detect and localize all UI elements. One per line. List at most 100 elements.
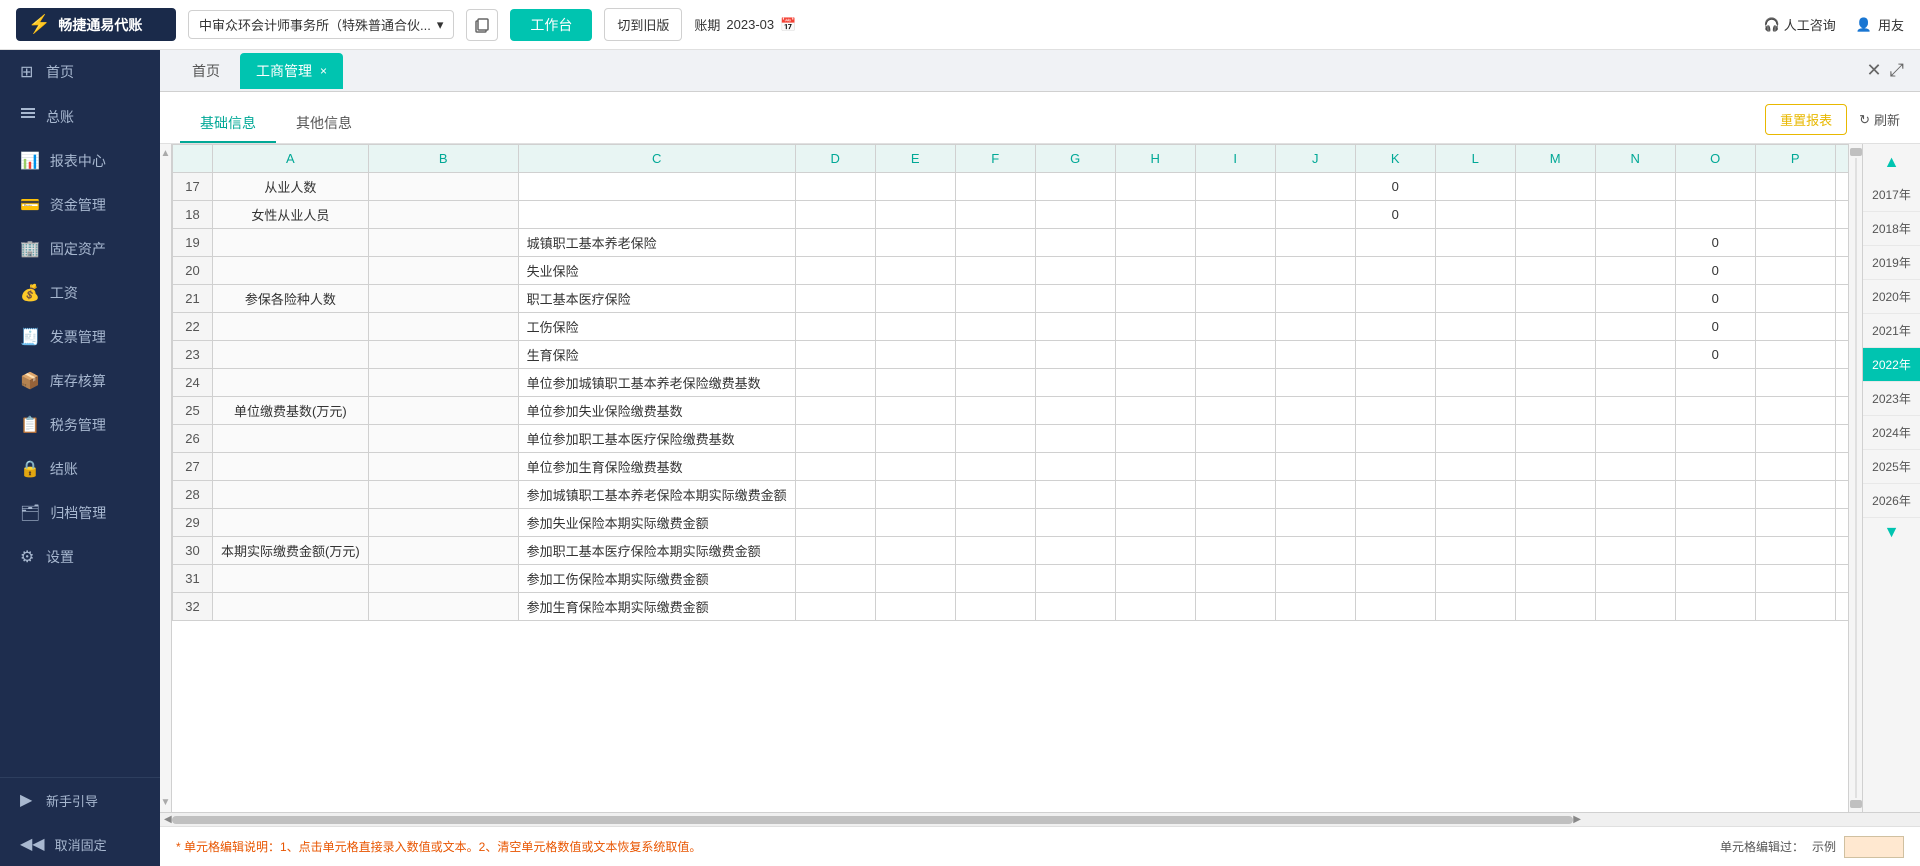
cell-o[interactable] [1675,565,1755,593]
cell-i[interactable] [1195,397,1275,425]
cell-h[interactable] [1115,285,1195,313]
cell-e[interactable] [875,341,955,369]
cell-e[interactable] [875,313,955,341]
workbench-button[interactable]: 工作台 [510,9,592,41]
cell-k[interactable] [1355,397,1435,425]
maximize-icon[interactable]: ⤢ [1890,60,1904,81]
cell-g[interactable] [1035,173,1115,201]
sidebar-item-inventory[interactable]: 📦 库存核算 [0,359,160,403]
cell-j[interactable] [1275,229,1355,257]
cell-n[interactable] [1595,453,1675,481]
cell-h[interactable] [1115,537,1195,565]
cell-j[interactable] [1275,425,1355,453]
cell-k[interactable]: 0 [1355,201,1435,229]
cell-n[interactable] [1595,201,1675,229]
cell-p[interactable] [1755,565,1835,593]
cell-q[interactable] [1835,453,1848,481]
cell-g[interactable] [1035,397,1115,425]
cell-l[interactable] [1435,593,1515,621]
cell-h[interactable] [1115,509,1195,537]
cell-d[interactable] [795,453,875,481]
cell-f[interactable] [955,341,1035,369]
cell-k[interactable] [1355,229,1435,257]
cell-k[interactable] [1355,509,1435,537]
cell-k[interactable] [1355,285,1435,313]
cell-p[interactable] [1755,537,1835,565]
cell-d[interactable] [795,481,875,509]
cell-o[interactable] [1675,201,1755,229]
cell-j[interactable] [1275,481,1355,509]
cell-i[interactable] [1195,481,1275,509]
cell-c[interactable]: 生育保险 [518,341,795,369]
cell-a[interactable] [213,565,369,593]
spreadsheet-inner[interactable]: A B C D E F G H I J [172,144,1848,812]
h-scroll-thumb[interactable] [172,816,1574,824]
old-version-button[interactable]: 切到旧版 [604,8,682,41]
cell-h[interactable] [1115,425,1195,453]
scroll-thumb-top[interactable] [1850,148,1862,156]
cell-n[interactable] [1595,537,1675,565]
cell-c[interactable]: 参加职工基本医疗保险本期实际缴费金额 [518,537,795,565]
cell-l[interactable] [1435,369,1515,397]
cell-h[interactable] [1115,229,1195,257]
cell-b[interactable] [368,229,518,257]
h-scroll-right-icon[interactable]: ▶ [1573,814,1581,825]
cell-m[interactable] [1515,257,1595,285]
cell-e[interactable] [875,593,955,621]
cell-h[interactable] [1115,173,1195,201]
cell-q[interactable] [1835,369,1848,397]
cell-l[interactable] [1435,173,1515,201]
cell-a[interactable] [213,509,369,537]
cell-k[interactable] [1355,481,1435,509]
cell-f[interactable] [955,285,1035,313]
cell-e[interactable] [875,229,955,257]
cell-l[interactable] [1435,341,1515,369]
cell-p[interactable] [1755,453,1835,481]
cell-d[interactable] [795,565,875,593]
cell-p[interactable] [1755,481,1835,509]
cell-p[interactable] [1755,229,1835,257]
cell-b[interactable] [368,397,518,425]
cell-e[interactable] [875,425,955,453]
cell-e[interactable] [875,201,955,229]
cell-g[interactable] [1035,369,1115,397]
cell-e[interactable] [875,397,955,425]
cell-g[interactable] [1035,565,1115,593]
sub-tab-other[interactable]: 其他信息 [276,105,372,143]
cell-p[interactable] [1755,341,1835,369]
cell-f[interactable] [955,509,1035,537]
cell-l[interactable] [1435,229,1515,257]
cell-o[interactable]: 0 [1675,285,1755,313]
user-area[interactable]: 👤 用友 [1856,15,1904,34]
cell-o[interactable]: 0 [1675,313,1755,341]
cell-h[interactable] [1115,341,1195,369]
cell-g[interactable] [1035,481,1115,509]
cell-b[interactable] [368,453,518,481]
cell-e[interactable] [875,257,955,285]
cell-c[interactable]: 职工基本医疗保险 [518,285,795,313]
refresh-button[interactable]: ↻ 刷新 [1859,110,1900,129]
cell-e[interactable] [875,173,955,201]
cell-m[interactable] [1515,593,1595,621]
cell-a[interactable] [213,425,369,453]
year-2025[interactable]: 2025年 [1863,450,1920,484]
sidebar-item-home[interactable]: ⊞ 首页 [0,50,160,94]
cell-b[interactable] [368,369,518,397]
cell-g[interactable] [1035,313,1115,341]
tab-close-icon[interactable]: × [320,64,327,78]
cell-j[interactable] [1275,593,1355,621]
cell-q[interactable] [1835,341,1848,369]
cell-j[interactable] [1275,565,1355,593]
sidebar-item-report[interactable]: 📊 报表中心 [0,139,160,183]
cell-k[interactable] [1355,537,1435,565]
tab-home[interactable]: 首页 [176,53,236,89]
tab-commerce[interactable]: 工商管理 × [240,53,343,89]
cell-b[interactable] [368,509,518,537]
cell-l[interactable] [1435,565,1515,593]
cell-k[interactable] [1355,453,1435,481]
cell-b[interactable] [368,341,518,369]
cell-l[interactable] [1435,425,1515,453]
cell-n[interactable] [1595,229,1675,257]
cell-j[interactable] [1275,257,1355,285]
cell-o[interactable] [1675,397,1755,425]
